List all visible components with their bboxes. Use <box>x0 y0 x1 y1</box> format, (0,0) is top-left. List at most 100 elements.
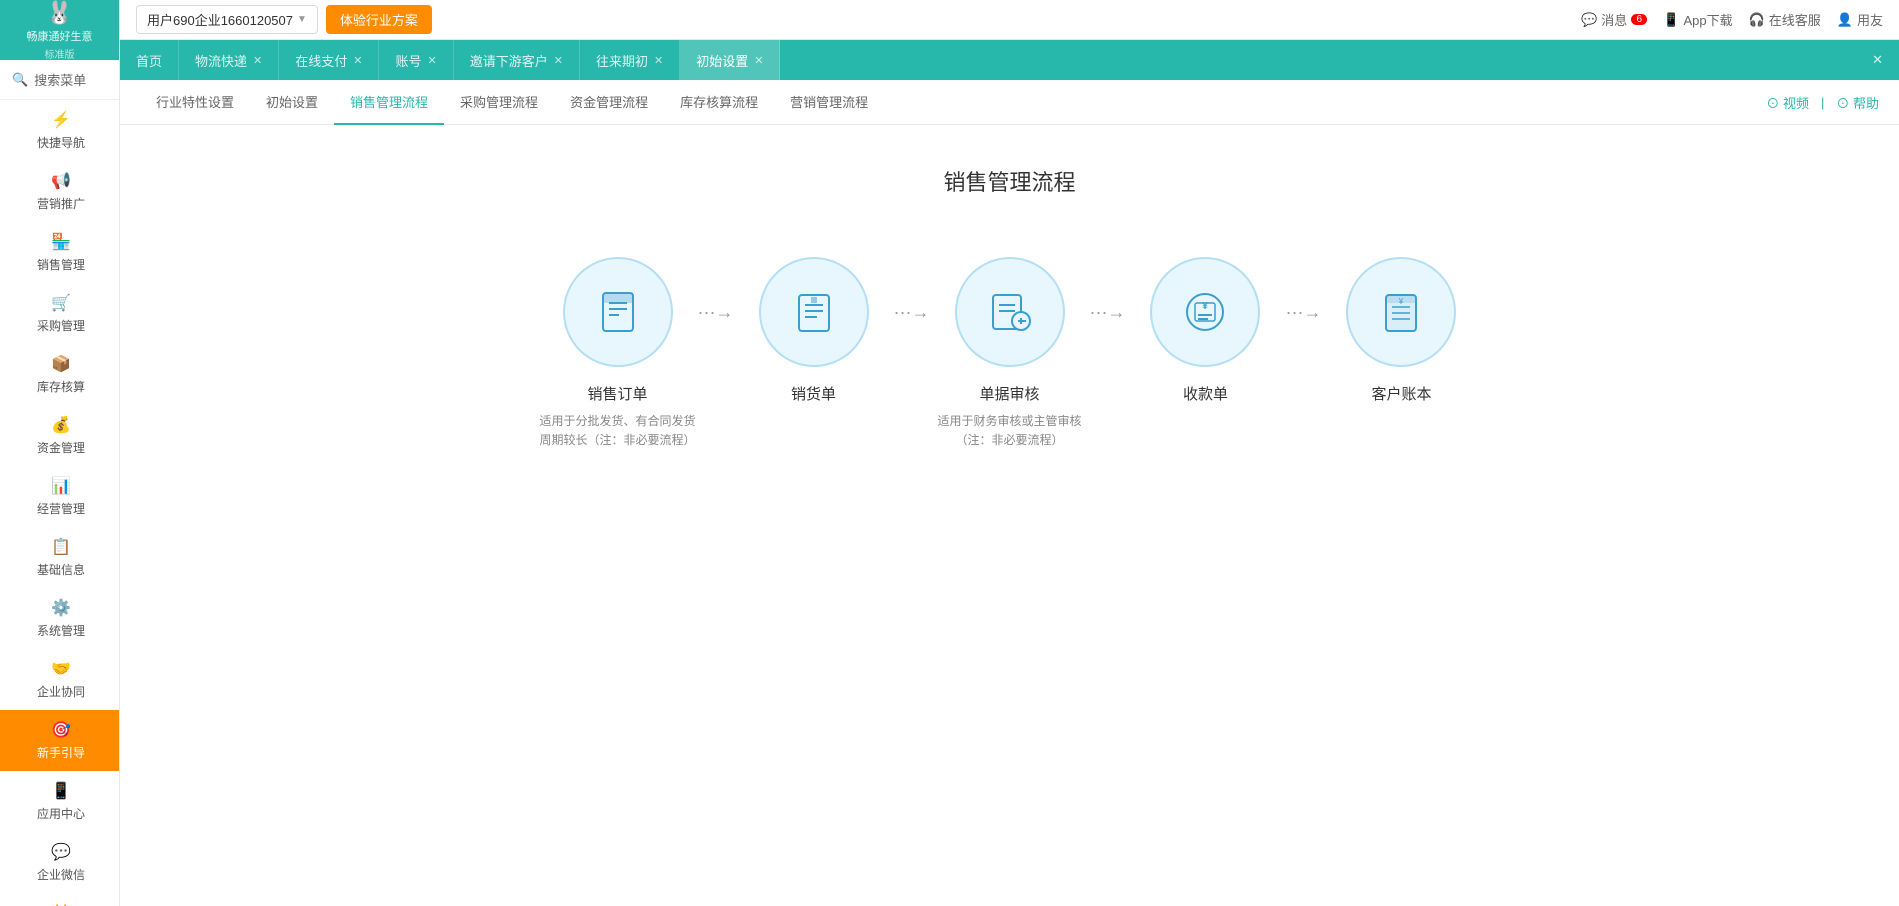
nav-tab-logistics[interactable]: 物流快递 ✕ <box>179 40 279 80</box>
sub-tabs: 行业特性设置 初始设置 销售管理流程 采购管理流程 资金管理流程 库存核算流程 … <box>120 80 1899 125</box>
user-avatar-icon: 👤 <box>1837 12 1853 28</box>
sub-tab-marketing-flow[interactable]: 营销管理流程 <box>774 80 884 125</box>
app-download-item[interactable]: 📱 App下载 <box>1663 10 1732 29</box>
nav-tab-label: 邀请下游客户 <box>470 51 548 70</box>
tab-close-icon[interactable]: ✕ <box>428 54 437 67</box>
tab-close-icon[interactable]: ✕ <box>353 54 362 67</box>
sidebar-item-vip[interactable]: 👑 畅会员 <box>0 893 119 906</box>
app-download-label: App下载 <box>1683 10 1732 29</box>
sub-tab-finance-flow[interactable]: 资金管理流程 <box>554 80 664 125</box>
sub-tab-label: 库存核算流程 <box>680 95 758 110</box>
step-circle: ¥ <box>1346 257 1456 367</box>
step-title: 收款单 <box>1183 383 1228 404</box>
flow-area: 销售管理流程 销售订单 适用于分批发货、有合同发货周期较长（注：非必要流程） <box>120 125 1899 490</box>
sidebar-item-system[interactable]: ⚙️ 系统管理 <box>0 588 119 649</box>
sub-tab-actions: ⊙ 视频 | ⊙ 帮助 <box>1766 93 1879 112</box>
sidebar-item-app-center[interactable]: 📱 应用中心 <box>0 771 119 832</box>
sub-tab-label: 行业特性设置 <box>156 95 234 110</box>
step-title: 单据审核 <box>979 383 1039 404</box>
divider: | <box>1821 95 1824 110</box>
tab-close-icon[interactable]: ✕ <box>253 54 262 67</box>
nav-tab-invite[interactable]: 邀请下游客户 ✕ <box>454 40 580 80</box>
step-title: 销售订单 <box>588 383 648 404</box>
sidebar-item-purchase[interactable]: 🛒 采购管理 <box>0 283 119 344</box>
sub-tab-industry[interactable]: 行业特性设置 <box>140 80 250 125</box>
nav-tab-label: 初始设置 <box>696 51 748 70</box>
step-circle <box>563 257 673 367</box>
sub-tab-label: 采购管理流程 <box>460 95 538 110</box>
user-menu-item[interactable]: 👤 用友 <box>1837 10 1883 29</box>
logo-sub: 标准版 <box>45 46 75 61</box>
sidebar-item-label: 企业协同 <box>37 683 85 700</box>
finance-icon: 💰 <box>51 415 71 435</box>
sidebar-item-label: 基础信息 <box>37 561 85 578</box>
sub-tab-label: 营销管理流程 <box>790 95 868 110</box>
help-link[interactable]: ⊙ 帮助 <box>1836 93 1879 112</box>
sub-tab-label: 资金管理流程 <box>570 95 648 110</box>
video-link[interactable]: ⊙ 视频 <box>1766 93 1809 112</box>
flow-steps: 销售订单 适用于分批发货、有合同发货周期较长（注：非必要流程） ···→ <box>180 257 1839 450</box>
user-label: 用户690企业1660120507 <box>147 10 293 29</box>
flow-step-sales-invoice: 销货单 <box>734 257 894 412</box>
sidebar-item-label: 营销推广 <box>37 195 85 212</box>
nav-tab-payment[interactable]: 在线支付 ✕ <box>279 40 379 80</box>
step-desc: 适用于分批发货、有合同发货周期较长（注：非必要流程） <box>538 412 698 450</box>
sidebar-item-collab[interactable]: 🤝 企业协同 <box>0 649 119 710</box>
nav-tab-home[interactable]: 首页 <box>120 40 179 80</box>
message-item[interactable]: 💬 消息 6 <box>1581 10 1647 29</box>
sales-icon: 🏪 <box>51 232 71 252</box>
user-menu-label: 用友 <box>1857 10 1883 29</box>
nav-tab-account[interactable]: 账号 ✕ <box>379 40 453 80</box>
step-circle <box>955 257 1065 367</box>
sidebar-item-basic-info[interactable]: 📋 基础信息 <box>0 527 119 588</box>
top-bar: 用户690企业1660120507 ▼ 体验行业方案 💬 消息 6 📱 App下… <box>120 0 1899 40</box>
nav-tab-label: 账号 <box>395 51 421 70</box>
online-service-item[interactable]: 🎧 在线客服 <box>1749 10 1821 29</box>
flow-title: 销售管理流程 <box>180 165 1839 197</box>
sidebar-item-marketing[interactable]: 📢 营销推广 <box>0 161 119 222</box>
logo-icon: 🐰 <box>46 0 73 26</box>
sidebar-item-label: 资金管理 <box>37 439 85 456</box>
step-title: 客户账本 <box>1371 383 1431 404</box>
sidebar-item-quick[interactable]: ⚡ 快捷导航 <box>0 100 119 161</box>
sidebar-item-inventory[interactable]: 📦 库存核算 <box>0 344 119 405</box>
nav-tab-init[interactable]: 初始设置 ✕ <box>680 40 780 80</box>
basic-info-icon: 📋 <box>51 537 71 557</box>
tab-close-icon[interactable]: ✕ <box>554 54 563 67</box>
sidebar-item-sales[interactable]: 🏪 销售管理 <box>0 222 119 283</box>
sub-tab-purchase-flow[interactable]: 采购管理流程 <box>444 80 554 125</box>
newbie-icon: 🎯 <box>51 720 71 740</box>
message-badge: 6 <box>1631 14 1647 25</box>
inventory-icon: 📦 <box>51 354 71 374</box>
sub-tab-label: 初始设置 <box>266 95 318 110</box>
online-service-label: 在线客服 <box>1769 10 1821 29</box>
tab-close-icon[interactable]: ✕ <box>754 54 763 67</box>
sidebar-item-enterprise-wechat[interactable]: 💬 企业微信 <box>0 832 119 893</box>
search-icon: 🔍 <box>12 72 28 88</box>
sidebar-item-newbie[interactable]: 🎯 新手引导 <box>0 710 119 771</box>
flow-step-receipt: ¥ 收款单 <box>1125 257 1285 412</box>
nav-tab-period[interactable]: 往来期初 ✕ <box>580 40 680 80</box>
tab-close-icon[interactable]: ✕ <box>654 54 663 67</box>
purchase-icon: 🛒 <box>51 293 71 313</box>
sidebar-item-finance[interactable]: 💰 资金管理 <box>0 405 119 466</box>
sidebar-item-label: 企业微信 <box>37 866 85 883</box>
sub-tab-sales-flow[interactable]: 销售管理流程 <box>334 80 444 125</box>
enterprise-wechat-icon: 💬 <box>51 842 71 862</box>
user-selector[interactable]: 用户690企业1660120507 ▼ <box>136 5 318 34</box>
sub-tab-initial[interactable]: 初始设置 <box>250 80 334 125</box>
nav-tab-label: 首页 <box>136 51 162 70</box>
flow-arrow: ···→ <box>1285 257 1321 323</box>
sidebar-item-operations[interactable]: 📊 经营管理 <box>0 466 119 527</box>
arrow-icon: ···→ <box>1090 302 1126 323</box>
sidebar-item-label: 库存核算 <box>37 378 85 395</box>
nav-tab-label: 物流快递 <box>195 51 247 70</box>
trial-button[interactable]: 体验行业方案 <box>326 5 432 34</box>
sidebar-search[interactable]: 🔍 搜索菜单 <box>0 60 119 100</box>
logo-text: 畅康通好生意 <box>27 28 93 44</box>
nav-close-all[interactable]: ✕ <box>1856 52 1899 68</box>
top-bar-left: 用户690企业1660120507 ▼ 体验行业方案 <box>136 5 432 34</box>
sidebar-item-label: 系统管理 <box>37 622 85 639</box>
step-desc: 适用于财务审核或主管审核（注：非必要流程） <box>930 412 1090 450</box>
sub-tab-inventory-flow[interactable]: 库存核算流程 <box>664 80 774 125</box>
